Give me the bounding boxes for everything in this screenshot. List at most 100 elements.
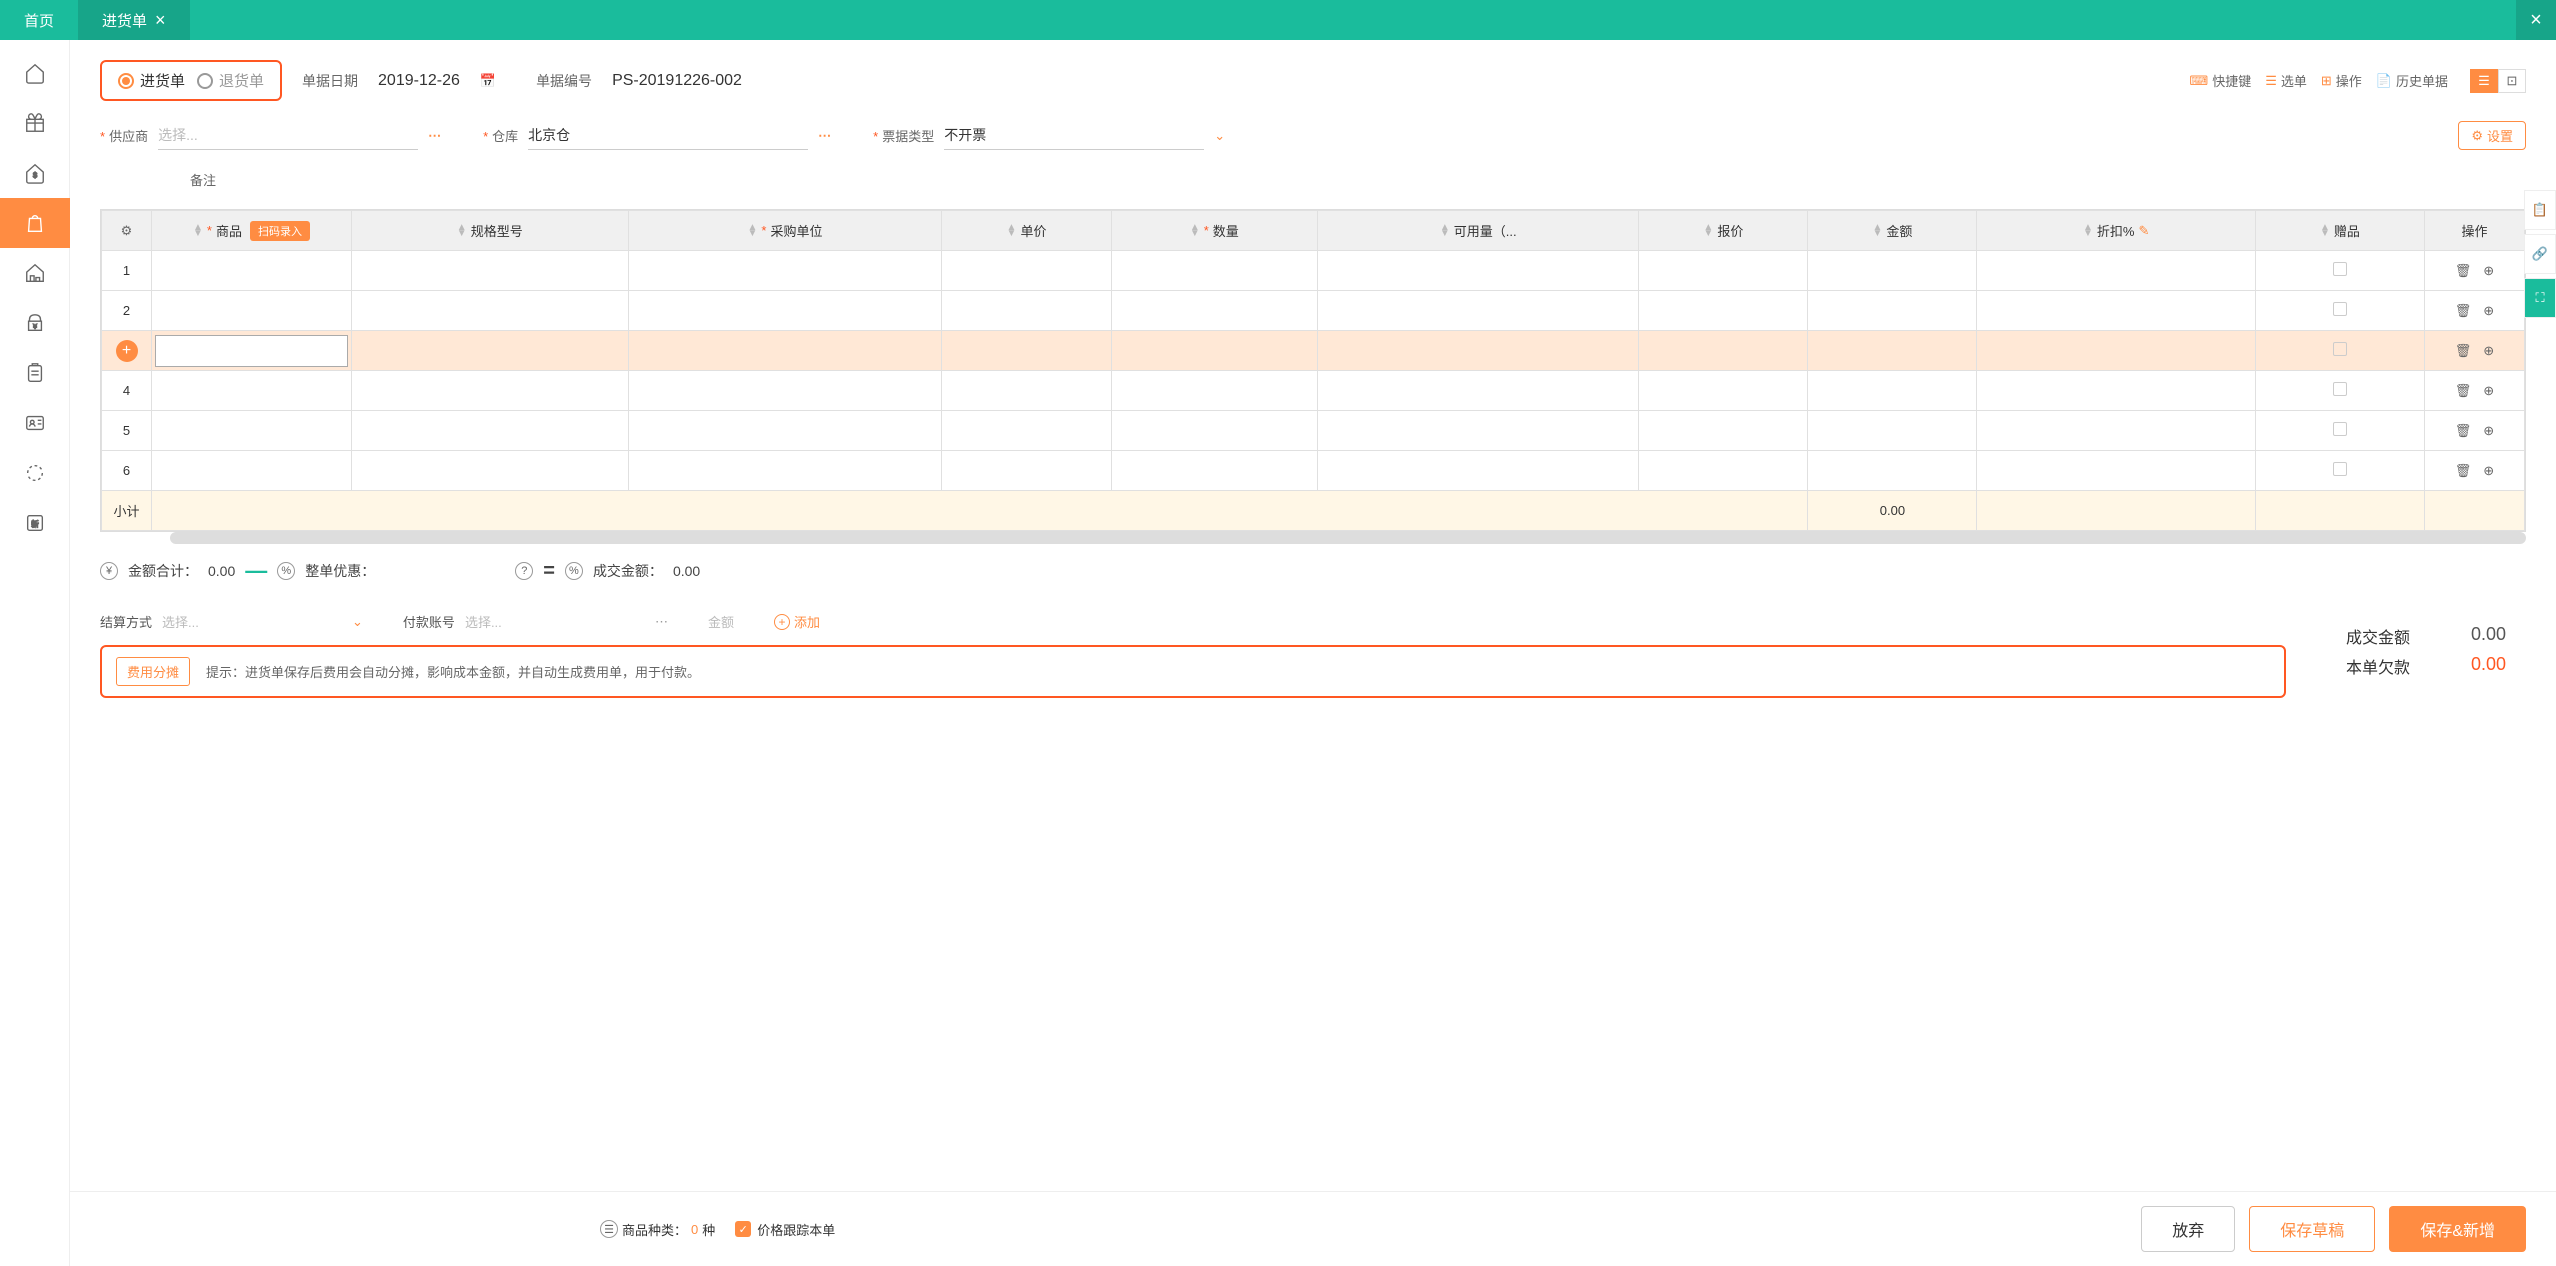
history-button[interactable]: 📄历史单据 xyxy=(2376,71,2448,90)
nav-new-icon[interactable]: 新 xyxy=(0,498,70,548)
checkbox-icon[interactable] xyxy=(2333,342,2347,356)
save-and-new-button[interactable]: 保存&新增 xyxy=(2389,1206,2526,1252)
operate-button[interactable]: ⊞操作 xyxy=(2321,71,2362,90)
radio-purchase[interactable]: 进货单 xyxy=(118,70,185,91)
delete-icon[interactable]: 🗑 xyxy=(2455,383,2472,398)
delete-icon[interactable]: 🗑 xyxy=(2455,463,2472,478)
sort-icon[interactable]: ▲▼ xyxy=(1007,225,1017,237)
edge-note-icon[interactable]: 📋 xyxy=(2524,190,2556,230)
view-list-button[interactable]: ☰ xyxy=(2470,69,2498,93)
fee-share-button[interactable]: 费用分摊 xyxy=(116,657,190,686)
supplier-input[interactable]: 选择... xyxy=(158,121,418,150)
edit-icon[interactable]: ✎ xyxy=(2138,223,2149,239)
copy-icon[interactable]: ⊕ xyxy=(2483,383,2494,398)
product-cell-input[interactable] xyxy=(155,335,348,367)
tab-purchase[interactable]: 进货单 × xyxy=(78,0,190,40)
more-icon[interactable]: ⋯ xyxy=(428,128,443,144)
payment-section: 结算方式 选择... ⌄ 付款账号 选择... ⋯ 金额 + 添加 xyxy=(70,598,2556,698)
product-cell[interactable] xyxy=(152,371,352,411)
nav-money-icon[interactable]: $ xyxy=(0,148,70,198)
date-value[interactable]: 2019-12-26 xyxy=(378,72,460,90)
delete-icon[interactable]: 🗑 xyxy=(2455,423,2472,438)
delete-icon[interactable]: 🗑 xyxy=(2455,343,2472,358)
sort-icon[interactable]: ▲▼ xyxy=(457,225,467,237)
copy-icon[interactable]: ⊕ xyxy=(2483,423,2494,438)
gear-icon[interactable]: ⚙ xyxy=(121,223,133,238)
checkbox-icon[interactable] xyxy=(2333,462,2347,476)
product-cell[interactable] xyxy=(152,251,352,291)
sort-icon[interactable]: ▲▼ xyxy=(748,225,758,237)
product-cell[interactable] xyxy=(152,331,352,371)
gift-cell[interactable] xyxy=(2255,411,2424,451)
date-label: 单据日期 xyxy=(302,71,358,91)
sort-icon[interactable]: ▲▼ xyxy=(1190,225,1200,237)
checkbox-checked-icon[interactable]: ✓ xyxy=(735,1221,751,1237)
gift-cell[interactable] xyxy=(2255,331,2424,371)
footer-left: ☰ 商品种类： 0 种 ✓ 价格跟踪本单 xyxy=(600,1220,835,1239)
chevron-down-icon[interactable]: ⌄ xyxy=(352,614,363,630)
checkbox-icon[interactable] xyxy=(2333,382,2347,396)
copy-icon[interactable]: ⊕ xyxy=(2483,303,2494,318)
more-icon[interactable]: ⋯ xyxy=(818,128,833,144)
calendar-icon[interactable]: 📅 xyxy=(480,73,496,89)
sort-icon[interactable]: ▲▼ xyxy=(1440,225,1450,237)
sort-icon[interactable]: ▲▼ xyxy=(1872,225,1882,237)
warehouse-input[interactable]: 北京仓 xyxy=(528,121,808,150)
gift-cell[interactable] xyxy=(2255,451,2424,491)
discard-button[interactable]: 放弃 xyxy=(2141,1206,2235,1252)
checkbox-icon[interactable] xyxy=(2333,302,2347,316)
product-cell[interactable] xyxy=(152,451,352,491)
add-row-button[interactable]: + xyxy=(116,340,138,362)
product-cell[interactable] xyxy=(152,291,352,331)
select-order-button[interactable]: ☰选单 xyxy=(2265,71,2307,90)
row-index: 1 xyxy=(102,251,152,291)
payment-account-select[interactable]: 选择... xyxy=(465,608,645,635)
gift-cell[interactable] xyxy=(2255,251,2424,291)
chevron-down-icon[interactable]: ⌄ xyxy=(1214,128,1225,144)
fee-hint-text: 提示：进货单保存后费用会自动分摊，影响成本金额，并自动生成费用单，用于付款。 xyxy=(206,662,700,681)
sort-icon[interactable]: ▲▼ xyxy=(1703,225,1713,237)
checkbox-icon[interactable] xyxy=(2333,422,2347,436)
save-draft-button[interactable]: 保存草稿 xyxy=(2249,1206,2375,1252)
settings-button[interactable]: ⚙ 设置 xyxy=(2458,121,2526,150)
checkbox-icon[interactable] xyxy=(2333,262,2347,276)
product-cell[interactable] xyxy=(152,411,352,451)
sort-icon[interactable]: ▲▼ xyxy=(2083,225,2093,237)
nav-home-icon[interactable] xyxy=(0,48,70,98)
sort-icon[interactable]: ▲▼ xyxy=(193,225,203,237)
table-row: 5🗑⊕ xyxy=(102,411,2525,451)
edge-expand-icon[interactable]: ⛶ xyxy=(2524,278,2556,318)
shortcut-button[interactable]: ⌨快捷键 xyxy=(2189,71,2251,90)
help-icon[interactable]: ? xyxy=(515,562,533,580)
radio-return[interactable]: 退货单 xyxy=(197,70,264,91)
view-grid-button[interactable]: ⊡ xyxy=(2498,69,2526,93)
close-icon[interactable]: × xyxy=(155,10,166,31)
nav-sync-icon[interactable] xyxy=(0,448,70,498)
copy-icon[interactable]: ⊕ xyxy=(2483,343,2494,358)
delete-icon[interactable]: 🗑 xyxy=(2455,263,2472,278)
scan-button[interactable]: 扫码录入 xyxy=(250,221,310,241)
nav-contact-icon[interactable] xyxy=(0,398,70,448)
nav-bag-icon[interactable] xyxy=(0,198,70,248)
nav-warehouse-icon[interactable] xyxy=(0,248,70,298)
edge-link-icon[interactable]: 🔗 xyxy=(2524,234,2556,274)
gift-cell[interactable] xyxy=(2255,291,2424,331)
nav-wallet-icon[interactable]: ¥ xyxy=(0,298,70,348)
gift-cell[interactable] xyxy=(2255,371,2424,411)
action-cell: 🗑⊕ xyxy=(2425,331,2525,371)
horizontal-scrollbar[interactable] xyxy=(170,532,2526,544)
add-payment-button[interactable]: + 添加 xyxy=(774,612,820,631)
delete-icon[interactable]: 🗑 xyxy=(2455,303,2472,318)
nav-clipboard-icon[interactable] xyxy=(0,348,70,398)
copy-icon[interactable]: ⊕ xyxy=(2483,463,2494,478)
payment-method-select[interactable]: 选择... xyxy=(162,608,342,635)
sort-icon[interactable]: ▲▼ xyxy=(2320,225,2330,237)
table-row: 6🗑⊕ xyxy=(102,451,2525,491)
invoice-input[interactable]: 不开票 xyxy=(944,121,1204,150)
nav-gift-icon[interactable] xyxy=(0,98,70,148)
tab-home[interactable]: 首页 xyxy=(0,0,78,40)
top-close-button[interactable]: × xyxy=(2516,0,2556,40)
more-icon[interactable]: ⋯ xyxy=(655,614,668,630)
row-index: + xyxy=(102,331,152,371)
copy-icon[interactable]: ⊕ xyxy=(2483,263,2494,278)
